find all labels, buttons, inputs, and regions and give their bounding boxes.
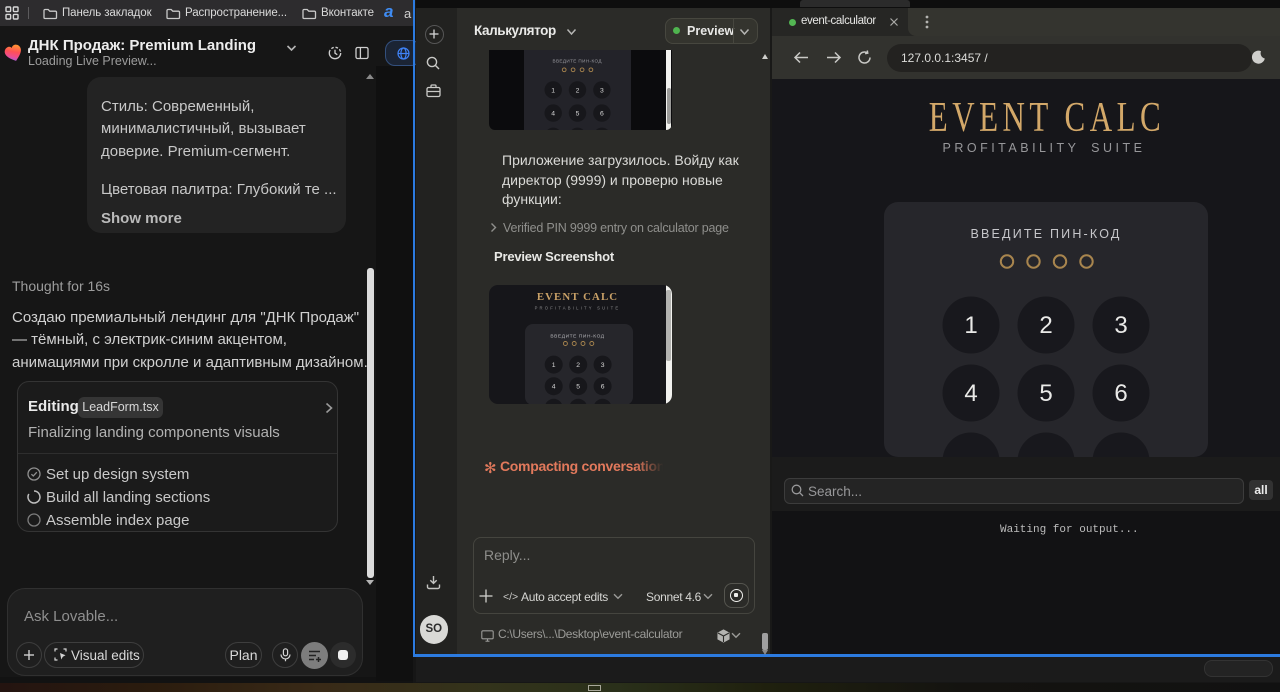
svg-text:3: 3 [600,362,604,369]
svg-text:2: 2 [576,87,580,94]
svg-text:2: 2 [576,362,580,369]
svg-text:ВВЕДИТЕ ПИН-КОД: ВВЕДИТЕ ПИН-КОД [550,334,604,340]
svg-text:1: 1 [551,87,555,94]
svg-text:4: 4 [964,380,977,407]
svg-text:6: 6 [600,111,604,118]
svg-text:6: 6 [1114,380,1127,407]
svg-text:ВВЕДИТЕ ПИН-КОД: ВВЕДИТЕ ПИН-КОД [552,58,602,63]
svg-text:2: 2 [1039,312,1052,339]
svg-text:1: 1 [551,362,555,369]
svg-text:1: 1 [964,312,977,339]
svg-text:4: 4 [551,111,555,118]
svg-text:5: 5 [1039,380,1052,407]
svg-text:3: 3 [1114,312,1127,339]
svg-text:4: 4 [551,384,555,391]
svg-text:3: 3 [600,87,604,94]
svg-text:EVENT CALC: EVENT CALC [536,291,617,303]
svg-text:6: 6 [600,384,604,391]
svg-text:5: 5 [576,111,580,118]
svg-text:5: 5 [576,384,580,391]
svg-text:PROFITABILITY SUITE: PROFITABILITY SUITE [534,306,620,311]
